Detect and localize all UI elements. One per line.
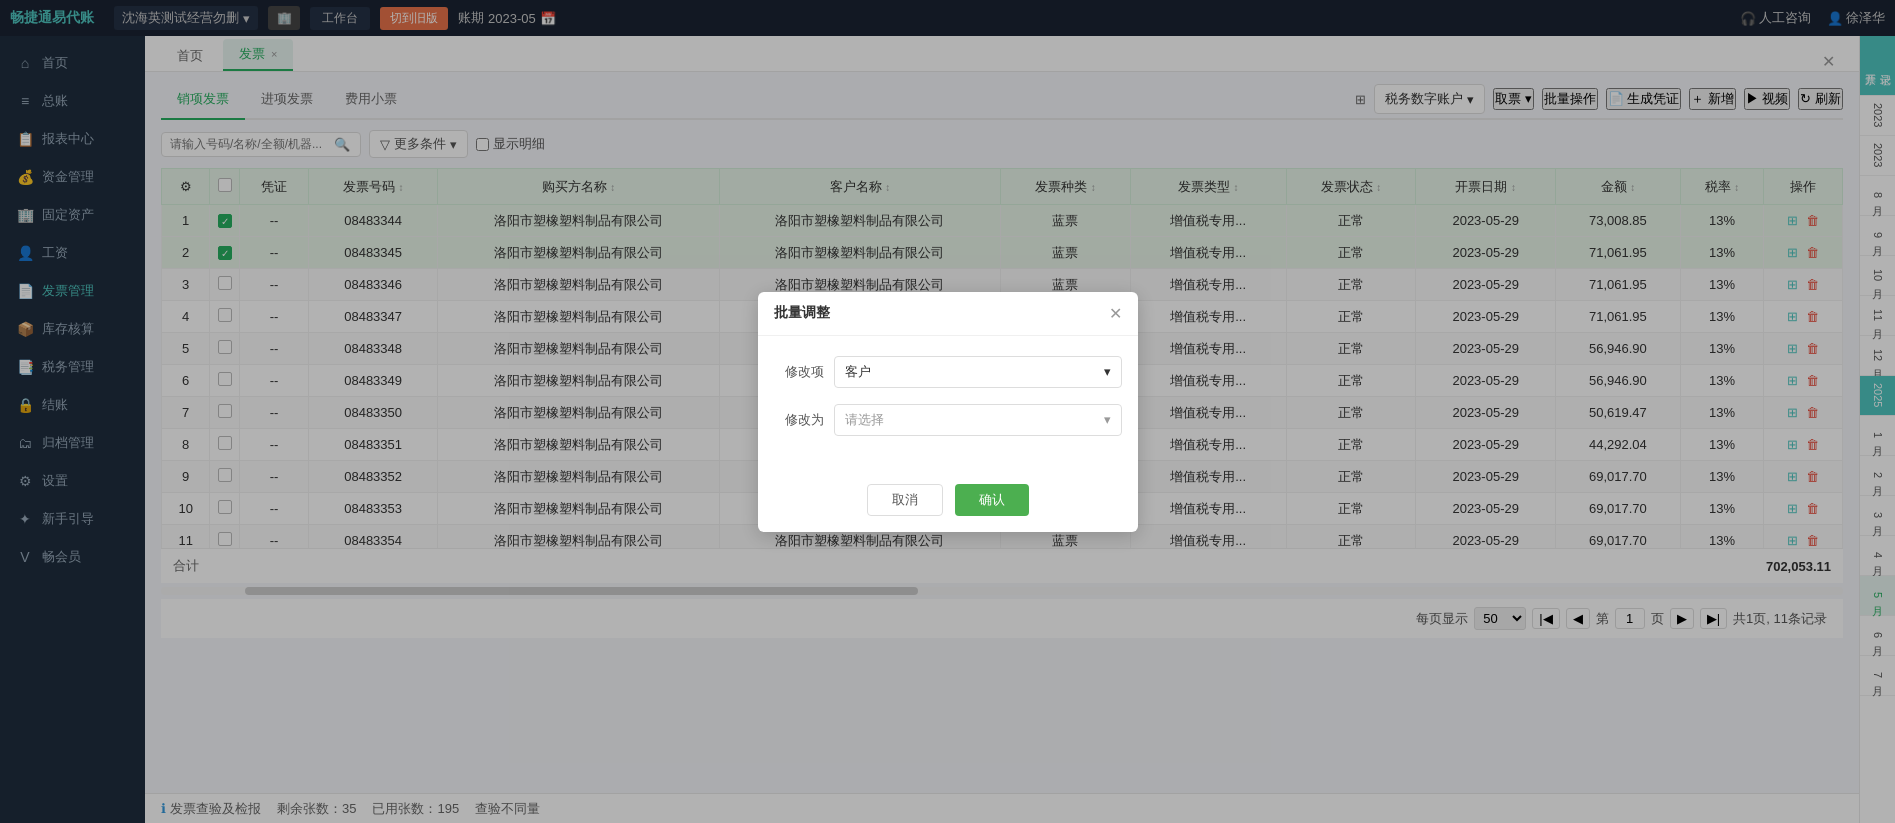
modify-field-row: 修改项 客户 ▾: [774, 356, 1122, 388]
modify-field-select[interactable]: 客户 ▾: [834, 356, 1122, 388]
chevron-down-icon6: ▾: [1104, 412, 1111, 427]
modify-field-label: 修改项: [774, 363, 824, 381]
modal-title: 批量调整: [774, 304, 830, 322]
modal-overlay[interactable]: 批量调整 ✕ 修改项 客户 ▾ 修改为 请选择 ▾ 取消 确认: [0, 0, 1895, 823]
modify-field-value: 客户: [845, 363, 871, 381]
modal-close-button[interactable]: ✕: [1109, 304, 1122, 323]
modify-to-placeholder: 请选择: [845, 411, 884, 429]
chevron-down-icon5: ▾: [1104, 364, 1111, 379]
modal-header: 批量调整 ✕: [758, 292, 1138, 336]
modal-footer: 取消 确认: [758, 472, 1138, 532]
modify-to-select[interactable]: 请选择 ▾: [834, 404, 1122, 436]
batch-adjust-modal: 批量调整 ✕ 修改项 客户 ▾ 修改为 请选择 ▾ 取消 确认: [758, 292, 1138, 532]
cancel-button[interactable]: 取消: [867, 484, 943, 516]
modal-body: 修改项 客户 ▾ 修改为 请选择 ▾: [758, 336, 1138, 472]
modify-to-row: 修改为 请选择 ▾: [774, 404, 1122, 436]
confirm-button[interactable]: 确认: [955, 484, 1029, 516]
modify-to-label: 修改为: [774, 411, 824, 429]
